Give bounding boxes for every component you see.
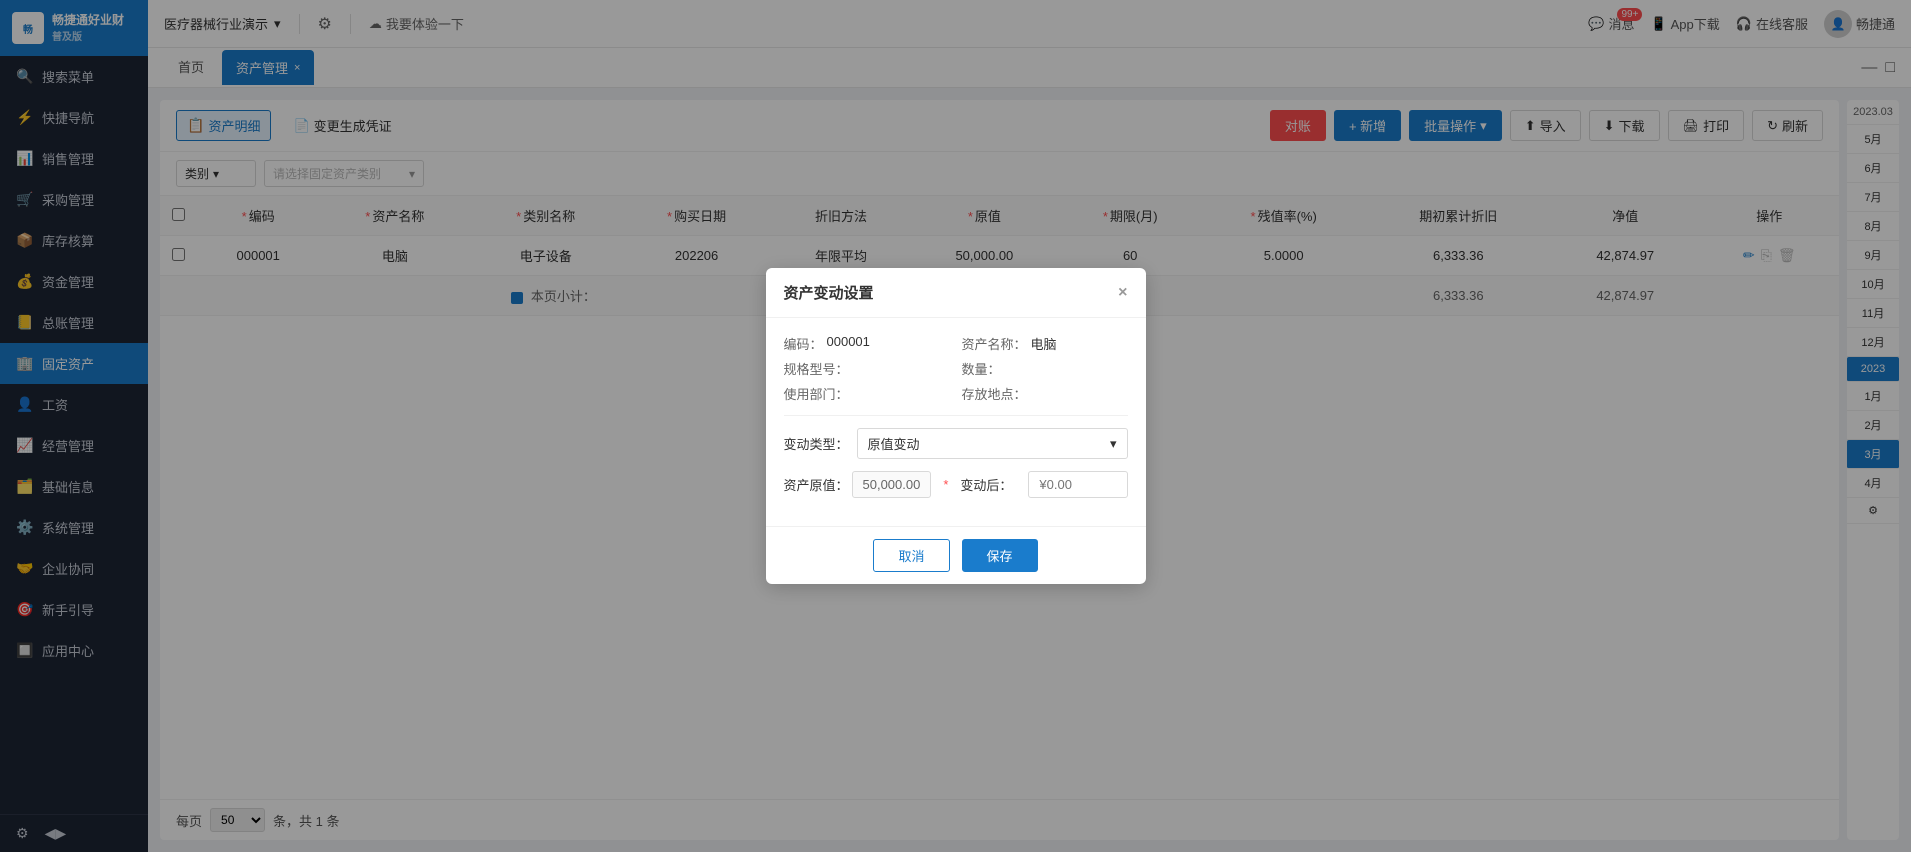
dialog-spec-label: 规格型号： <box>784 359 849 378</box>
asset-change-dialog: 资产变动设置 × 编码： 000001 资产名称： 电脑 规格型号： 数 <box>766 268 1146 584</box>
dialog-quantity-label: 数量： <box>962 359 1001 378</box>
dialog-asset-name-value: 电脑 <box>1031 334 1057 353</box>
dialog-quantity-item: 数量： <box>962 359 1128 378</box>
dialog-asset-name-item: 资产名称： 电脑 <box>962 334 1128 353</box>
dialog-change-type-field: 变动类型： 原值变动 ▾ <box>784 428 1128 459</box>
dialog-storage-label: 存放地点： <box>962 384 1027 403</box>
dialog-original-value-display: 50,000.00 <box>852 471 932 498</box>
dialog-storage-item: 存放地点： <box>962 384 1128 403</box>
dialog-after-change-label: 变动后： <box>960 475 1020 494</box>
dialog-code-value: 000001 <box>827 334 870 353</box>
dialog-footer: 取消 保存 <box>766 526 1146 584</box>
dialog-value-field: 资产原值： 50,000.00 * 变动后： <box>784 471 1128 498</box>
dialog-dept-item: 使用部门： <box>784 384 950 403</box>
dialog-change-type-label: 变动类型： <box>784 434 849 453</box>
dialog-overlay: 资产变动设置 × 编码： 000001 资产名称： 电脑 规格型号： 数 <box>0 0 1911 852</box>
required-star: * <box>943 477 948 492</box>
dialog-change-type-value: 原值变动 <box>868 434 920 453</box>
dialog-original-value-value: 50,000.00 <box>863 477 921 492</box>
dialog-change-type-dropdown-icon: ▾ <box>1110 436 1117 452</box>
dialog-code-item: 编码： 000001 <box>784 334 950 353</box>
dialog-change-type-select[interactable]: 原值变动 ▾ <box>857 428 1128 459</box>
dialog-asset-name-label: 资产名称： <box>962 334 1027 353</box>
dialog-body: 编码： 000001 资产名称： 电脑 规格型号： 数量： 使用部门： <box>766 318 1146 526</box>
dialog-close-button[interactable]: × <box>1118 284 1127 302</box>
dialog-save-button[interactable]: 保存 <box>962 539 1038 572</box>
dialog-spec-item: 规格型号： <box>784 359 950 378</box>
dialog-after-change-input[interactable] <box>1028 471 1128 498</box>
dialog-original-value-label: 资产原值： <box>784 475 844 494</box>
dialog-info-grid: 编码： 000001 资产名称： 电脑 规格型号： 数量： 使用部门： <box>784 334 1128 416</box>
dialog-cancel-button[interactable]: 取消 <box>873 539 949 572</box>
dialog-dept-label: 使用部门： <box>784 384 849 403</box>
dialog-title: 资产变动设置 <box>784 282 874 303</box>
dialog-header: 资产变动设置 × <box>766 268 1146 318</box>
dialog-code-label: 编码： <box>784 334 823 353</box>
